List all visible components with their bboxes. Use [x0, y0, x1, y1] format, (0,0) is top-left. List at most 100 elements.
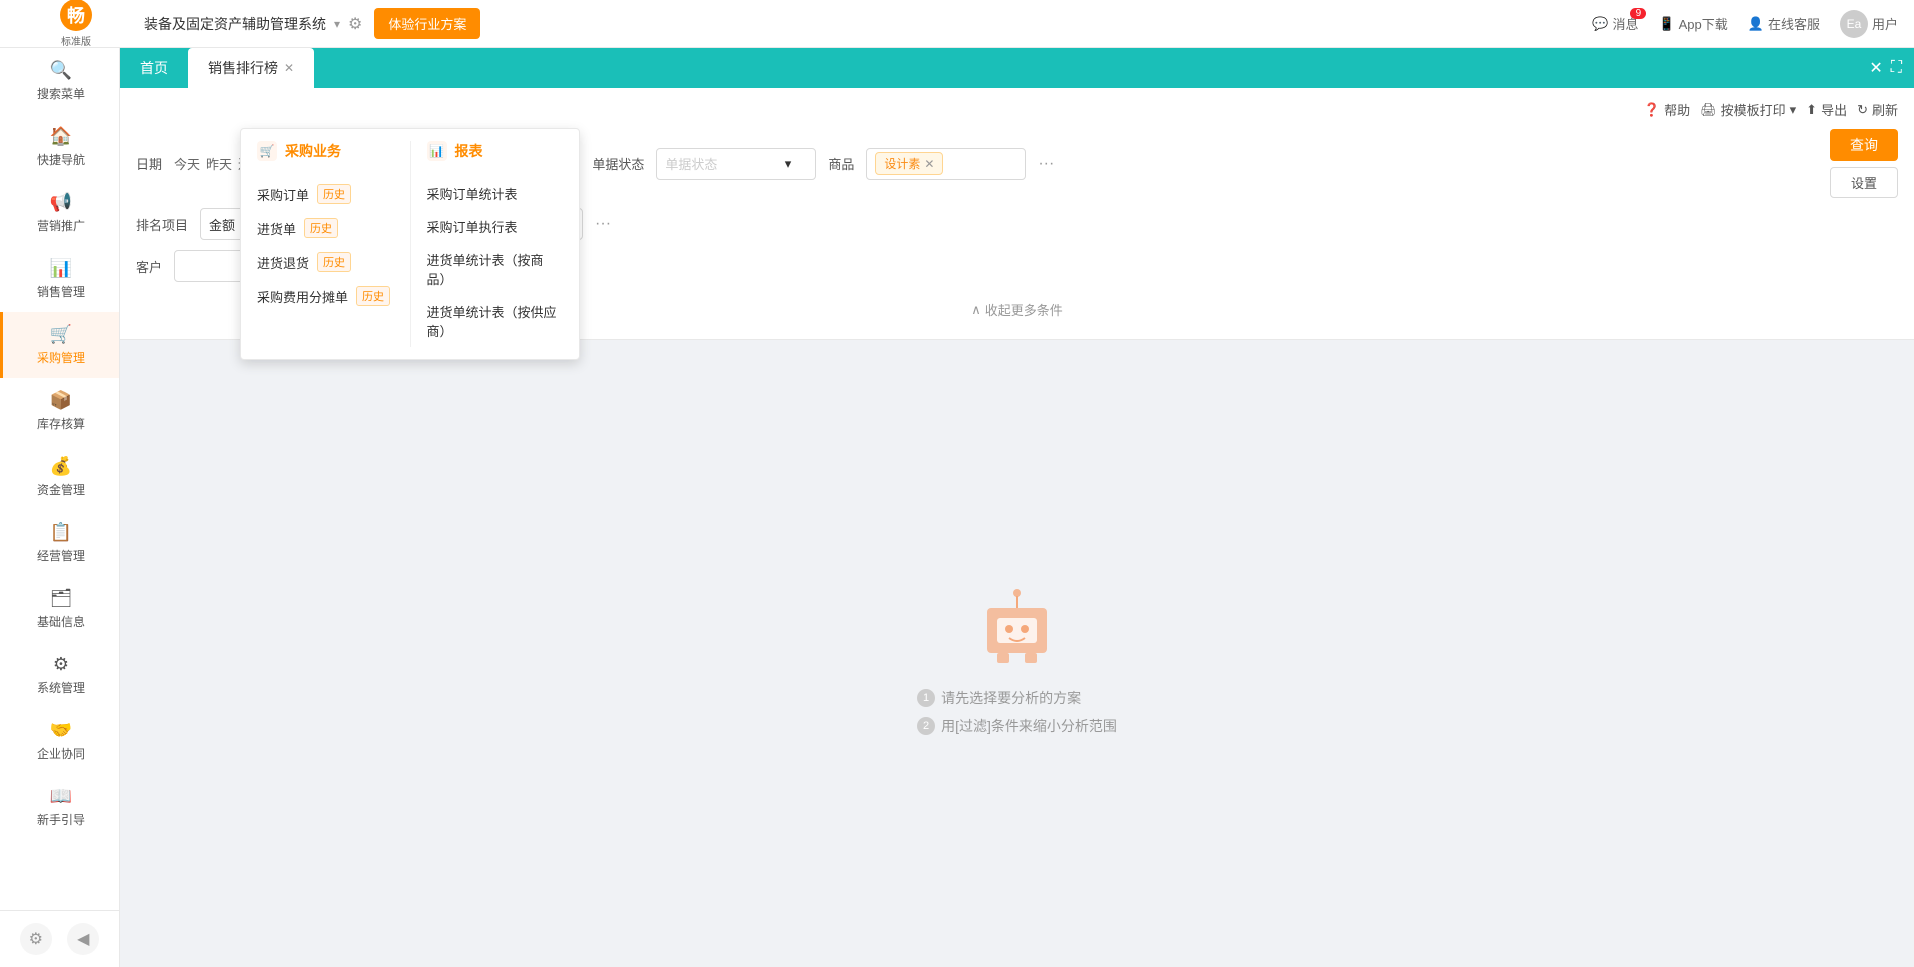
sidebar-collapse-btn[interactable]: ◀	[67, 923, 99, 955]
system-title-text: 装备及固定资产辅助管理系统	[144, 14, 326, 34]
messages-btn[interactable]: 💬 消息 9	[1592, 14, 1638, 33]
user-area[interactable]: Ea 用户	[1840, 10, 1898, 38]
po-stats-label: 采购订单统计表	[427, 184, 518, 203]
report-section-title: 📊 报表	[427, 141, 564, 165]
sidebar-label-system: 系统管理	[37, 679, 85, 696]
doc-status-select[interactable]: 单据状态 ▾	[656, 148, 816, 180]
goods-tag-close[interactable]: ✕	[924, 157, 934, 171]
sidebar-item-operations[interactable]: 📋 经营管理	[0, 510, 119, 576]
guide-icon: 📖	[50, 786, 72, 807]
tab-home[interactable]: 首页	[120, 48, 188, 88]
refresh-icon: ↻	[1857, 102, 1868, 118]
page-content: ❓ 帮助 🖨 按模板打印 ▾ ⬆ 导出 ↻	[120, 88, 1914, 967]
stock-stats-supplier-label: 进货单统计表（按供应商）	[427, 302, 564, 340]
sidebar-item-search[interactable]: 🔍 搜索菜单	[0, 48, 119, 114]
user-name: 用户	[1872, 14, 1898, 33]
tab-home-label: 首页	[140, 58, 168, 78]
sidebar-settings-btn[interactable]: ⚙	[20, 923, 52, 955]
sidebar-item-purchase[interactable]: 🛒 采购管理	[0, 312, 119, 378]
stock-return-label: 进货退货	[257, 253, 309, 272]
sidebar-item-basic-info[interactable]: 🗂 基础信息	[0, 576, 119, 642]
online-service-label: 在线客服	[1768, 14, 1820, 33]
system-icon: ⚙	[53, 654, 69, 675]
app-download-btn[interactable]: 📱 App下载	[1658, 14, 1727, 33]
purchase-expense-label: 采购费用分摊单	[257, 287, 348, 306]
menu-item-po-stats[interactable]: 采购订单统计表	[427, 177, 564, 210]
sidebar-label-search: 搜索菜单	[37, 85, 85, 102]
help-btn[interactable]: ❓ 帮助	[1644, 100, 1690, 119]
cooperation-icon: 🤝	[50, 720, 72, 741]
dropdown-report-col: 📊 报表 采购订单统计表 采购订单执行表 进货单统计表（按商品）	[410, 141, 580, 347]
date-preset-yesterday[interactable]: 昨天	[206, 154, 232, 173]
purchase-icon: 🛒	[50, 324, 72, 345]
print-icon: 🖨	[1700, 102, 1717, 118]
menu-item-po-exec[interactable]: 采购订单执行表	[427, 210, 564, 243]
sales-icon: 📊	[50, 258, 72, 279]
message-icon: 💬	[1592, 16, 1608, 32]
refresh-btn[interactable]: ↻ 刷新	[1857, 100, 1898, 119]
salesperson-more-btn[interactable]: ···	[595, 215, 611, 233]
sidebar-item-finance[interactable]: 💰 资金管理	[0, 444, 119, 510]
print-btn[interactable]: 🖨 按模板打印 ▾	[1700, 100, 1796, 119]
help-label: 帮助	[1664, 100, 1690, 119]
menu-item-stock-stats-goods[interactable]: 进货单统计表（按商品）	[427, 243, 564, 295]
menu-item-stock-stats-supplier[interactable]: 进货单统计表（按供应商）	[427, 295, 564, 347]
tab-sales-ranking[interactable]: 销售排行榜 ✕	[188, 48, 314, 88]
stock-stats-goods-label: 进货单统计表（按商品）	[427, 250, 564, 288]
setting-btn[interactable]: 设置	[1830, 167, 1898, 198]
sidebar-label-basic-info: 基础信息	[37, 613, 85, 630]
report-section-label: 报表	[455, 141, 483, 161]
tab-bar-expand-icon[interactable]: ⛶	[1891, 59, 1902, 77]
sidebar-item-quicknav[interactable]: 🏠 快捷导航	[0, 114, 119, 180]
dropdown-purchase-col: 🛒 采购业务 采购订单 历史 进货单 历史 进货退货	[241, 141, 410, 347]
export-btn[interactable]: ⬆ 导出	[1806, 100, 1847, 119]
sidebar-item-cooperation[interactable]: 🤝 企业协同	[0, 708, 119, 774]
sidebar-item-inventory[interactable]: 📦 库存核算	[0, 378, 119, 444]
app-download-label: App下载	[1679, 14, 1728, 33]
sidebar-item-guide[interactable]: 📖 新手引导	[0, 774, 119, 840]
menu-item-purchase-order[interactable]: 采购订单 历史	[257, 177, 394, 211]
goods-tag: 设计素 ✕	[875, 152, 943, 175]
sidebar-label-guide: 新手引导	[37, 811, 85, 828]
tab-sales-ranking-label: 销售排行榜	[208, 58, 278, 78]
po-exec-label: 采购订单执行表	[427, 217, 518, 236]
menu-item-stock-in[interactable]: 进货单 历史	[257, 211, 394, 245]
customer-label: 客户	[136, 257, 162, 276]
stock-return-history: 历史	[317, 252, 351, 272]
tab-bar-close-icon[interactable]: ✕	[1869, 58, 1882, 78]
collapse-arrow-icon: ∧	[971, 302, 981, 318]
industry-btn[interactable]: 体验行业方案	[374, 8, 480, 39]
system-title-dropdown-icon[interactable]: ▾	[334, 17, 340, 31]
tab-bar-actions: ✕ ⛶	[1869, 58, 1914, 78]
content-area: 首页 销售排行榜 ✕ ✕ ⛶ ❓ 帮助	[120, 48, 1914, 967]
goods-more-btn[interactable]: ···	[1038, 155, 1054, 173]
query-btn[interactable]: 查询	[1830, 129, 1898, 161]
logo-area: 畅 标准版	[16, 0, 136, 48]
print-label: 按模板打印	[1721, 100, 1786, 119]
sidebar-item-sales[interactable]: 📊 销售管理	[0, 246, 119, 312]
quicknav-icon: 🏠	[50, 126, 72, 147]
settings-icon[interactable]: ⚙	[348, 14, 362, 34]
tip-num-2: 2	[917, 717, 935, 735]
sidebar-item-marketing[interactable]: 📢 营销推广	[0, 180, 119, 246]
goods-input[interactable]: 设计素 ✕	[866, 148, 1026, 180]
purchase-order-label: 采购订单	[257, 185, 309, 204]
sidebar-label-inventory: 库存核算	[37, 415, 85, 432]
help-icon: ❓	[1644, 102, 1660, 118]
basic-info-icon: 🗂	[50, 588, 73, 609]
tab-close-icon[interactable]: ✕	[284, 61, 294, 75]
online-service-btn[interactable]: 👤 在线客服	[1748, 14, 1820, 33]
export-icon: ⬆	[1806, 102, 1817, 118]
menu-item-stock-return[interactable]: 进货退货 历史	[257, 245, 394, 279]
sidebar-item-system[interactable]: ⚙ 系统管理	[0, 642, 119, 708]
date-preset-today[interactable]: 今天	[174, 154, 200, 173]
filter-toolbar-row: ❓ 帮助 🖨 按模板打印 ▾ ⬆ 导出 ↻	[136, 100, 1898, 119]
refresh-label: 刷新	[1872, 100, 1898, 119]
menu-item-purchase-expense[interactable]: 采购费用分摊单 历史	[257, 279, 394, 313]
sidebar-label-purchase: 采购管理	[37, 349, 85, 366]
toolbar-right: ❓ 帮助 🖨 按模板打印 ▾ ⬆ 导出 ↻	[1644, 100, 1898, 119]
purchase-section-label: 采购业务	[285, 141, 341, 161]
tip-text-2: 用[过滤]条件来缩小分析范围	[941, 712, 1117, 740]
finance-icon: 💰	[50, 456, 72, 477]
top-header: 畅 标准版 装备及固定资产辅助管理系统 ▾ ⚙ 体验行业方案 💬 消息 9 📱 …	[0, 0, 1914, 48]
